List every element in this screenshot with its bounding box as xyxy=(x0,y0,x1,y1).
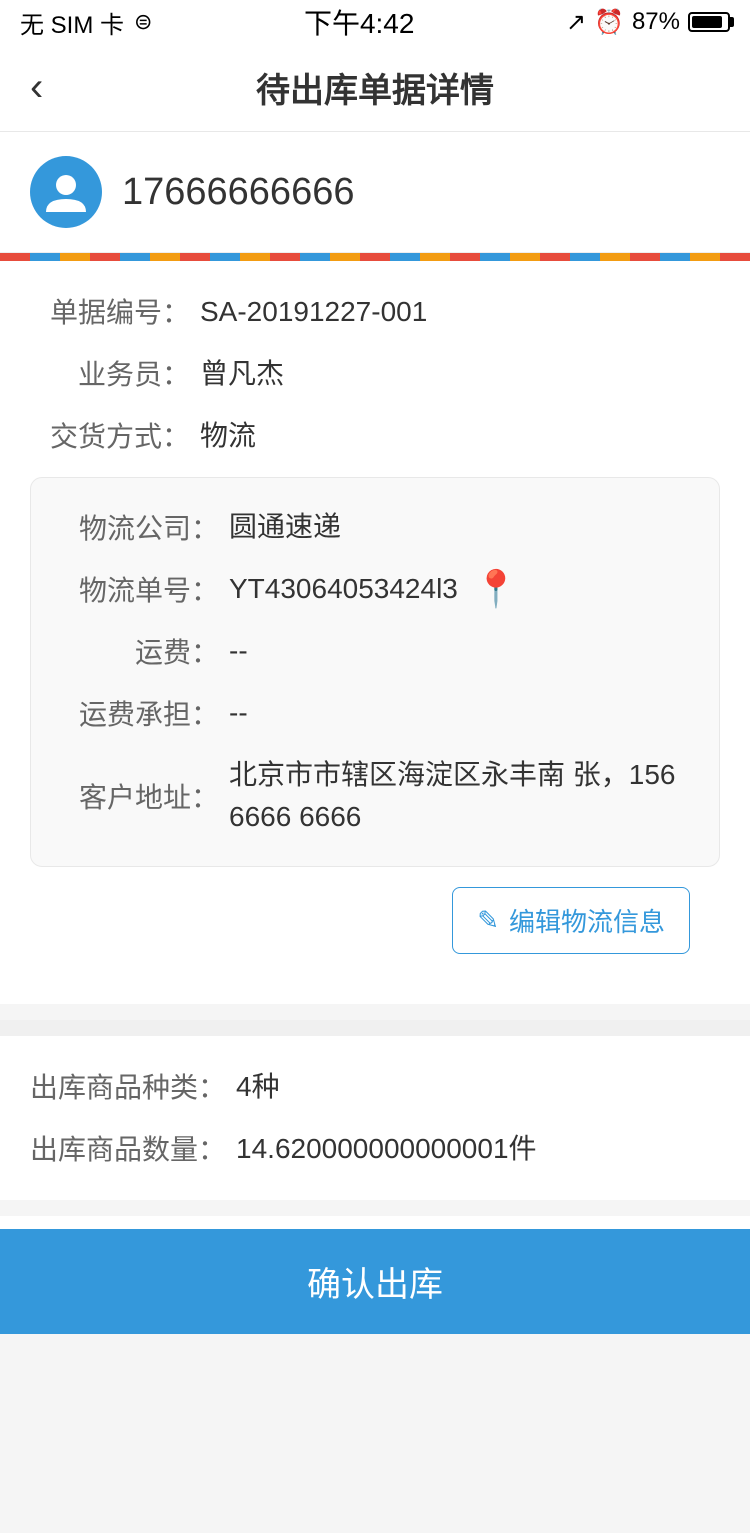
battery-icon xyxy=(688,12,730,32)
battery-fill xyxy=(692,16,722,28)
address-row: 客户地址： 北京市市辖区海淀区永丰南 张，156 6666 6666 xyxy=(59,754,691,838)
goods-type-label: 出库商品种类： xyxy=(30,1066,226,1106)
logistics-company-label: 物流公司： xyxy=(59,507,219,547)
alarm-icon: ⏰ xyxy=(594,8,624,37)
salesperson-row: 业务员： 曾凡杰 xyxy=(30,353,720,395)
order-no-label: 单据编号： xyxy=(30,291,190,331)
freight-bearer-row: 运费承担： -- xyxy=(59,692,691,734)
confirm-btn-wrap: 确认出库 xyxy=(0,1229,750,1334)
wifi-icon: ⊜ xyxy=(134,9,152,35)
customer-avatar xyxy=(30,156,102,228)
tracking-no-value: YT43064053424l3 xyxy=(229,573,458,605)
status-bar: 无 SIM 卡 ⊜ 下午4:42 ↗ ⏰ 87% xyxy=(0,0,750,44)
nav-bar: ‹ 待出库单据详情 xyxy=(0,44,750,132)
goods-quantity-label: 出库商品数量： xyxy=(30,1128,226,1168)
freight-value: -- xyxy=(229,630,691,672)
status-time: 下午4:42 xyxy=(304,2,415,42)
tracking-location-icon[interactable]: 📍 xyxy=(474,568,519,610)
freight-bearer-value: -- xyxy=(229,692,691,734)
customer-header: 17666666666 xyxy=(0,132,750,253)
goods-type-row: 出库商品种类： 4种 xyxy=(30,1066,720,1108)
goods-type-value: 4种 xyxy=(236,1066,720,1108)
order-no-value: SA-20191227-001 xyxy=(200,291,720,333)
carrier-text: 无 SIM 卡 xyxy=(20,5,124,40)
goods-section: 出库商品种类： 4种 出库商品数量： 14.620000000000001件 xyxy=(0,1036,750,1200)
salesperson-label: 业务员： xyxy=(30,353,190,393)
tracking-no-value-wrap: YT43064053424l3 📍 xyxy=(229,568,519,610)
order-info-section: 单据编号： SA-20191227-001 业务员： 曾凡杰 交货方式： 物流 … xyxy=(0,261,750,1004)
delivery-method-row: 交货方式： 物流 xyxy=(30,415,720,457)
address-value: 北京市市辖区海淀区永丰南 张，156 6666 6666 xyxy=(229,754,691,838)
freight-label: 运费： xyxy=(59,631,219,671)
edit-logistics-button[interactable]: ✎ 编辑物流信息 xyxy=(452,887,690,954)
tracking-no-row: 物流单号： YT43064053424l3 📍 xyxy=(59,568,691,610)
address-label: 客户地址： xyxy=(59,776,219,816)
location-status-icon: ↗ xyxy=(566,8,586,37)
delivery-method-value: 物流 xyxy=(200,415,720,457)
back-button[interactable]: ‹ xyxy=(30,65,43,110)
freight-bearer-label: 运费承担： xyxy=(59,693,219,733)
user-icon xyxy=(41,167,91,217)
freight-row: 运费： -- xyxy=(59,630,691,672)
section-divider xyxy=(0,1020,750,1036)
tracking-no-label: 物流单号： xyxy=(59,569,219,609)
logistics-company-row: 物流公司： 圆通速递 xyxy=(59,506,691,548)
goods-quantity-row: 出库商品数量： 14.620000000000001件 xyxy=(30,1128,720,1170)
customer-phone: 17666666666 xyxy=(122,171,354,214)
logistics-company-value: 圆通速递 xyxy=(229,506,691,548)
edit-logistics-label: 编辑物流信息 xyxy=(509,902,665,939)
salesperson-value: 曾凡杰 xyxy=(200,353,720,395)
status-right: ↗ ⏰ 87% xyxy=(566,8,730,37)
status-left: 无 SIM 卡 ⊜ xyxy=(20,5,152,40)
content-spacer xyxy=(0,1333,750,1533)
delivery-method-label: 交货方式： xyxy=(30,415,190,455)
logistics-card: 物流公司： 圆通速递 物流单号： YT43064053424l3 📍 运费： -… xyxy=(30,477,720,867)
edit-logistics-btn-wrap: ✎ 编辑物流信息 xyxy=(30,887,720,974)
page-title: 待出库单据详情 xyxy=(256,63,494,112)
confirm-outbound-button[interactable]: 确认出库 xyxy=(0,1257,750,1306)
edit-icon: ✎ xyxy=(477,905,499,936)
dash-divider xyxy=(0,253,750,261)
goods-quantity-value: 14.620000000000001件 xyxy=(236,1128,720,1170)
order-no-row: 单据编号： SA-20191227-001 xyxy=(30,291,720,333)
battery-percent: 87% xyxy=(632,8,680,36)
